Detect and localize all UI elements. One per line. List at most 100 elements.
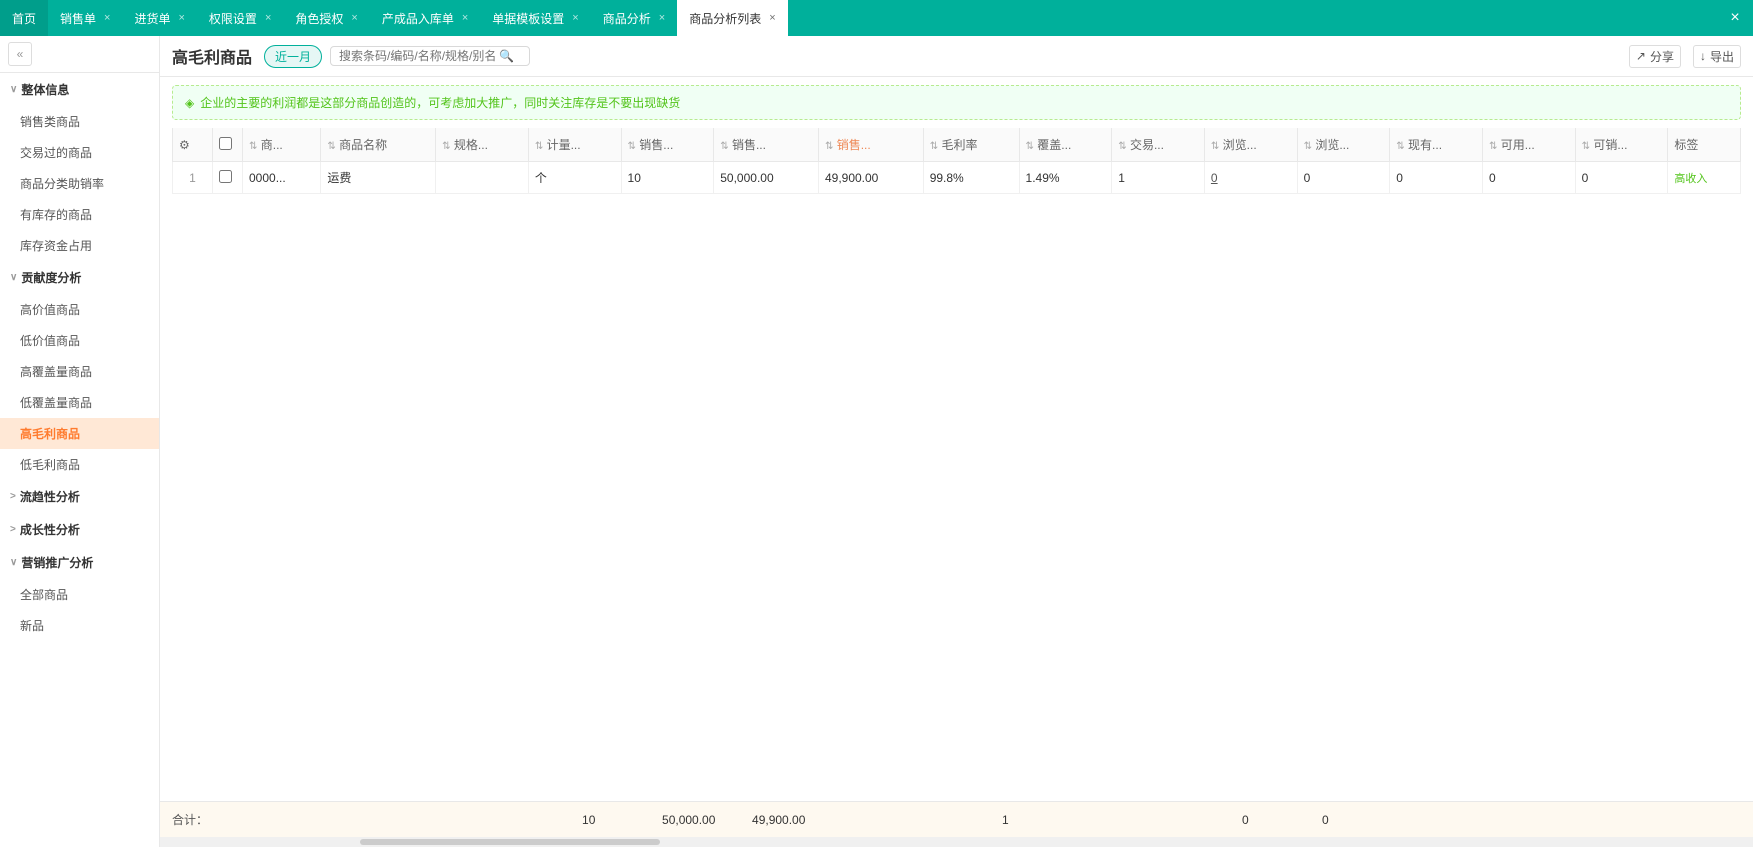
sidebar-item-high-coverage[interactable]: 高覆盖量商品 (0, 356, 159, 387)
sidebar-item-all-goods[interactable]: 全部商品 (0, 579, 159, 610)
summary-cell-amount2: 49,900.00 (746, 813, 836, 827)
info-banner-text: 企业的主要的利润都是这部分商品创造的，可考虑加大推广，同时关注库存是不要出现缺货 (200, 94, 680, 111)
search-icon[interactable]: 🔍 (499, 49, 514, 63)
sidebar-item-high-margin[interactable]: 高毛利商品 (0, 418, 159, 449)
cell-browse1[interactable]: 0 (1204, 162, 1297, 194)
horizontal-scrollbar[interactable] (160, 837, 1753, 847)
col-current[interactable]: ⇅ 现有... (1390, 128, 1483, 162)
summary-cell-available: 0 (1316, 813, 1396, 827)
sidebar-item-low-coverage[interactable]: 低覆盖量商品 (0, 387, 159, 418)
close-analysis-list-tab[interactable]: × (769, 12, 775, 24)
table-wrapper: ⚙ ⇅ 商... ⇅ 商品名称 (160, 128, 1753, 801)
col-sales3[interactable]: ⇅ 销售... (818, 128, 923, 162)
header-actions: ↗ 分享 ↓ 导出 (1629, 45, 1741, 68)
col-sales1[interactable]: ⇅ 销售... (621, 128, 714, 162)
col-coverage[interactable]: ⇅ 覆盖... (1019, 128, 1112, 162)
nav-item-home[interactable]: 首页 (0, 0, 48, 36)
cell-available: 0 (1482, 162, 1575, 194)
sidebar-item-traded-goods[interactable]: 交易过的商品 (0, 137, 159, 168)
sidebar-item-low-margin[interactable]: 低毛利商品 (0, 449, 159, 480)
nav-item-sales[interactable]: 销售单 × (48, 0, 122, 36)
col-available[interactable]: ⇅ 可用... (1482, 128, 1575, 162)
cell-sales3: 49,900.00 (818, 162, 923, 194)
arrow-overall: ∨ (10, 84, 17, 95)
top-navigation: 首页 销售单 × 进货单 × 权限设置 × 角色授权 × 产成品入库单 × 单据… (0, 0, 1753, 36)
sidebar-item-new-goods[interactable]: 新品 (0, 610, 159, 641)
col-trade[interactable]: ⇅ 交易... (1112, 128, 1205, 162)
col-tag[interactable]: 标签 (1668, 128, 1741, 162)
export-button[interactable]: ↓ 导出 (1693, 45, 1741, 68)
export-icon: ↓ (1700, 49, 1706, 63)
close-permission-tab[interactable]: × (265, 12, 271, 24)
sidebar-item-category-rate[interactable]: 商品分类助销率 (0, 168, 159, 199)
col-name[interactable]: ⇅ 商品名称 (321, 128, 436, 162)
content-area: 高毛利商品 近一月 🔍 ↗ 分享 ↓ 导出 ◈ 企业的主要的利润都是这部分商品创… (160, 36, 1753, 847)
sidebar-item-stock-capital[interactable]: 库存资金占用 (0, 230, 159, 261)
col-checkbox[interactable] (213, 128, 243, 162)
sidebar-item-low-value[interactable]: 低价值商品 (0, 325, 159, 356)
footer-summary: 合计： 10 50,000.00 49,900.00 1 0 0 (160, 801, 1753, 837)
cell-gross-rate: 99.8% (923, 162, 1019, 194)
table-header-row: ⚙ ⇅ 商... ⇅ 商品名称 (173, 128, 1741, 162)
col-spec[interactable]: ⇅ 规格... (436, 128, 529, 162)
search-input[interactable] (339, 49, 499, 63)
filter-recent-month-button[interactable]: 近一月 (264, 45, 322, 68)
col-unit[interactable]: ⇅ 计量... (528, 128, 621, 162)
cell-sales1: 10 (621, 162, 714, 194)
sidebar: « ∨ 整体信息 销售类商品 交易过的商品 商品分类助销率 有库存的商品 库存资… (0, 36, 160, 847)
sidebar-item-high-value[interactable]: 高价值商品 (0, 294, 159, 325)
cell-tag: 高收入 (1668, 162, 1741, 194)
share-button[interactable]: ↗ 分享 (1629, 45, 1681, 68)
col-sales2[interactable]: ⇅ 销售... (714, 128, 819, 162)
cell-checkbox[interactable] (213, 162, 243, 194)
nav-item-purchase[interactable]: 进货单 × (122, 0, 196, 36)
close-purchase-tab[interactable]: × (178, 12, 184, 24)
table-row: 1 0000... 运费 个 10 50,000.00 49,900.00 (173, 162, 1741, 194)
content-header: 高毛利商品 近一月 🔍 ↗ 分享 ↓ 导出 (160, 36, 1753, 77)
settings-icon[interactable]: ⚙ (179, 138, 190, 152)
close-product-inbound-tab[interactable]: × (462, 12, 468, 24)
col-saleable[interactable]: ⇅ 可销... (1575, 128, 1668, 162)
close-analysis-tab[interactable]: × (659, 12, 665, 24)
nav-item-permission[interactable]: 权限设置 × (197, 0, 283, 36)
summary-cell-empty1 (216, 813, 256, 827)
sidebar-group-trend[interactable]: > 流趋性分析 (0, 480, 159, 513)
sidebar-group-overall[interactable]: ∨ 整体信息 (0, 73, 159, 106)
row-checkbox[interactable] (219, 170, 232, 183)
sidebar-group-growth[interactable]: > 成长性分析 (0, 513, 159, 546)
window-close-button[interactable]: × (1717, 0, 1753, 36)
sidebar-item-sales-goods[interactable]: 销售类商品 (0, 106, 159, 137)
col-code[interactable]: ⇅ 商... (243, 128, 321, 162)
sidebar-item-stock-goods[interactable]: 有库存的商品 (0, 199, 159, 230)
nav-item-template[interactable]: 单据模板设置 × (480, 0, 590, 36)
summary-cell-empty2 (256, 813, 286, 827)
info-icon: ◈ (185, 96, 194, 110)
col-gross-rate[interactable]: ⇅ 毛利率 (923, 128, 1019, 162)
col-browse1[interactable]: ⇅ 浏览... (1204, 128, 1297, 162)
col-settings[interactable]: ⚙ (173, 128, 213, 162)
close-sales-tab[interactable]: × (104, 12, 110, 24)
nav-item-role[interactable]: 角色授权 × (283, 0, 369, 36)
cell-index: 1 (173, 162, 213, 194)
nav-item-analysis-list[interactable]: 商品分析列表 × (677, 0, 787, 36)
nav-item-product-inbound[interactable]: 产成品入库单 × (370, 0, 480, 36)
summary-cell-empty4 (356, 813, 456, 827)
summary-cell-empty10 (1156, 813, 1236, 827)
cell-code[interactable]: 0000... (243, 162, 321, 194)
sidebar-group-contribution[interactable]: ∨ 贡献度分析 (0, 261, 159, 294)
summary-cell-empty7 (836, 813, 916, 827)
col-browse2[interactable]: ⇅ 浏览... (1297, 128, 1390, 162)
browse1-link[interactable]: 0 (1211, 171, 1218, 185)
close-role-tab[interactable]: × (351, 12, 357, 24)
scrollbar-thumb[interactable] (360, 839, 660, 845)
sidebar-group-marketing-label: 营销推广分析 (21, 554, 93, 571)
summary-cells: 10 50,000.00 49,900.00 1 0 0 (216, 813, 1741, 827)
summary-cell-amount1: 50,000.00 (656, 813, 746, 827)
sidebar-group-marketing[interactable]: ∨ 营销推广分析 (0, 546, 159, 579)
nav-item-analysis[interactable]: 商品分析 × (591, 0, 677, 36)
summary-cell-empty9 (1076, 813, 1156, 827)
close-template-tab[interactable]: × (572, 12, 578, 24)
sidebar-collapse-button[interactable]: « (8, 42, 32, 66)
summary-cell-qty: 10 (576, 813, 656, 827)
select-all-checkbox[interactable] (219, 137, 232, 150)
